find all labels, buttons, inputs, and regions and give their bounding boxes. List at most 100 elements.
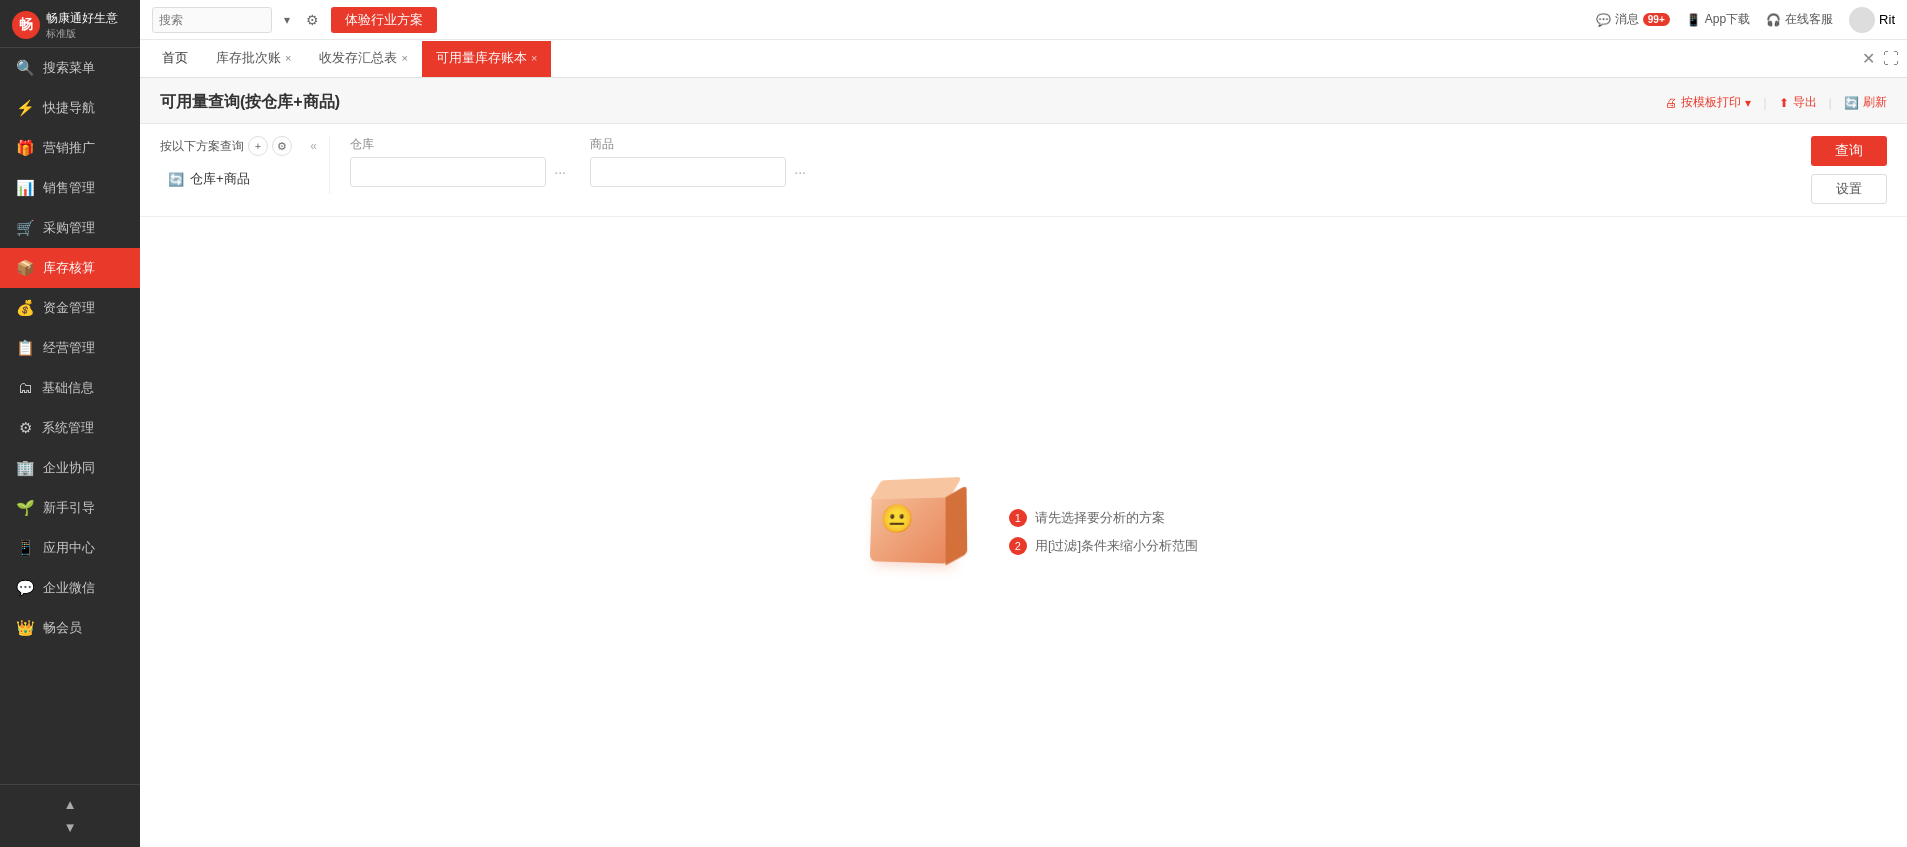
filter-scheme-add-btn[interactable]: + — [248, 136, 268, 156]
quick-nav-icon: ⚡ — [16, 99, 35, 117]
tab-available-ledger[interactable]: 可用量库存账本 × — [422, 41, 551, 77]
money-icon: 💰 — [16, 299, 35, 317]
tab-available-ledger-close[interactable]: × — [531, 52, 537, 64]
sidebar-item-business[interactable]: 📋 经营管理 — [0, 328, 140, 368]
wechat-icon: 💬 — [16, 579, 35, 597]
tab-receive-summary[interactable]: 收发存汇总表 × — [305, 41, 421, 77]
sidebar-item-finance[interactable]: 💰 资金管理 — [0, 288, 140, 328]
tab-batch-account-close[interactable]: × — [285, 52, 291, 64]
msg-badge: 99+ — [1643, 13, 1670, 26]
sidebar-item-purchase[interactable]: 🛒 采购管理 — [0, 208, 140, 248]
topbar-user[interactable]: Rit — [1849, 7, 1895, 33]
user-avatar — [1849, 7, 1875, 33]
empty-inner: 😐 1 请先选择要分析的方案 2 用[过滤]条件来缩小分析范围 — [849, 472, 1198, 592]
app-label: App下载 — [1705, 11, 1750, 28]
sidebar-item-label: 库存核算 — [43, 259, 95, 277]
warehouse-more-btn[interactable]: ··· — [550, 164, 570, 180]
export-btn[interactable]: ⬆ 导出 — [1779, 94, 1817, 111]
warehouse-label: 仓库 — [350, 136, 570, 153]
msg-icon: 💬 — [1596, 13, 1611, 27]
user-text: Rit — [1879, 12, 1895, 27]
print-btn[interactable]: 🖨 按模板打印 ▾ — [1665, 94, 1751, 111]
empty-illustration: 😐 — [849, 472, 969, 592]
tabs-expand-btn[interactable]: ⛶ — [1883, 50, 1899, 68]
topbar-dropdown-btn[interactable]: ▾ — [280, 11, 294, 29]
service-icon: 🎧 — [1766, 13, 1781, 27]
inventory-icon: 📦 — [16, 259, 35, 277]
main-area: ▾ ⚙ 体验行业方案 💬 消息 99+ 📱 App下载 🎧 在线客服 Rit — [140, 0, 1907, 847]
sidebar-scroll-down-btn[interactable]: ▼ — [0, 816, 140, 839]
filter-scheme-settings-btn[interactable]: ⚙ — [272, 136, 292, 156]
box-side-face — [945, 485, 967, 565]
settings-button[interactable]: 设置 — [1811, 174, 1887, 204]
sidebar-item-wechat[interactable]: 💬 企业微信 — [0, 568, 140, 608]
scheme-refresh-icon: 🔄 — [168, 172, 184, 187]
page-title: 可用量查询(按仓库+商品) — [160, 92, 340, 113]
tab-batch-account[interactable]: 库存批次账 × — [202, 41, 305, 77]
empty-hint-1: 1 请先选择要分析的方案 — [1009, 509, 1198, 527]
tab-batch-account-label: 库存批次账 — [216, 49, 281, 67]
sidebar-item-basic[interactable]: 🗂 基础信息 — [0, 368, 140, 408]
product-more-btn[interactable]: ··· — [790, 164, 810, 180]
tabs-close-all-btn[interactable]: ✕ — [1862, 49, 1875, 68]
export-icon: ⬆ — [1779, 96, 1789, 110]
sidebar-item-enterprise[interactable]: 🏢 企业协同 — [0, 448, 140, 488]
sidebar-item-label: 营销推广 — [43, 139, 95, 157]
gear-icon: ⚙ — [16, 419, 34, 437]
msg-label: 消息 — [1615, 11, 1639, 28]
sidebar-item-search[interactable]: 🔍 搜索菜单 — [0, 48, 140, 88]
topbar-gear-btn[interactable]: ⚙ — [302, 10, 323, 30]
scheme-item-warehouse-product[interactable]: 🔄 仓库+商品 — [160, 164, 317, 194]
sidebar-item-label: 基础信息 — [42, 379, 94, 397]
industry-btn[interactable]: 体验行业方案 — [331, 7, 437, 33]
sidebar-bottom: ▲ ▼ — [0, 784, 140, 847]
sidebar-item-label: 应用中心 — [43, 539, 95, 557]
search-icon: 🔍 — [16, 59, 35, 77]
sidebar-item-sales[interactable]: 📊 销售管理 — [0, 168, 140, 208]
sidebar-scroll: 🔍 搜索菜单 ⚡ 快捷导航 🎁 营销推广 📊 销售管理 🛒 采购管理 📦 库存核… — [0, 48, 140, 784]
brand-text: 畅康通好生意 标准版 — [46, 10, 118, 41]
tab-home[interactable]: 首页 — [148, 41, 202, 77]
refresh-icon: 🔄 — [1844, 96, 1859, 110]
empty-hints: 1 请先选择要分析的方案 2 用[过滤]条件来缩小分析范围 — [1009, 509, 1198, 555]
sidebar-item-appstore[interactable]: 📱 应用中心 — [0, 528, 140, 568]
topbar-search-input[interactable] — [152, 7, 272, 33]
print-icon: 🖨 — [1665, 96, 1677, 110]
filter-scheme-header: 按以下方案查询 + ⚙ « — [160, 136, 317, 156]
sidebar-item-label: 企业微信 — [43, 579, 95, 597]
sidebar-item-label: 新手引导 — [43, 499, 95, 517]
product-input[interactable] — [590, 157, 786, 187]
sidebar-item-inventory[interactable]: 📦 库存核算 — [0, 248, 140, 288]
brand: 畅 畅康通好生意 标准版 — [0, 0, 140, 48]
sidebar-item-marketing[interactable]: 🎁 营销推广 — [0, 128, 140, 168]
service-label: 在线客服 — [1785, 11, 1833, 28]
sidebar-item-newcomer[interactable]: 🌱 新手引导 — [0, 488, 140, 528]
filter-scheme-panel: 按以下方案查询 + ⚙ « 🔄 仓库+商品 — [160, 136, 330, 194]
box-illustration: 😐 — [870, 491, 950, 563]
warehouse-input[interactable] — [350, 157, 546, 187]
sidebar-item-label: 快捷导航 — [43, 99, 95, 117]
sidebar-item-quick-nav[interactable]: ⚡ 快捷导航 — [0, 88, 140, 128]
hint-text-1: 请先选择要分析的方案 — [1035, 509, 1165, 527]
filter-field-warehouse: 仓库 ··· — [350, 136, 570, 187]
topbar-service[interactable]: 🎧 在线客服 — [1766, 11, 1833, 28]
tab-receive-summary-label: 收发存汇总表 — [319, 49, 397, 67]
topbar-msg[interactable]: 💬 消息 99+ — [1596, 11, 1670, 28]
filter-scheme-collapse-btn[interactable]: « — [310, 139, 317, 153]
warehouse-input-row: ··· — [350, 157, 570, 187]
chart-icon: 📊 — [16, 179, 35, 197]
sidebar-item-system[interactable]: ⚙ 系统管理 — [0, 408, 140, 448]
hint-num-2: 2 — [1009, 537, 1027, 555]
sidebar-item-member[interactable]: 👑 畅会员 — [0, 608, 140, 648]
page-header: 可用量查询(按仓库+商品) 🖨 按模板打印 ▾ | ⬆ 导出 | 🔄 刷新 — [140, 78, 1907, 124]
refresh-btn[interactable]: 🔄 刷新 — [1844, 94, 1887, 111]
tab-receive-summary-close[interactable]: × — [401, 52, 407, 64]
gift-icon: 🎁 — [16, 139, 35, 157]
tabs-right: ✕ ⛶ — [1862, 49, 1899, 68]
sidebar-scroll-up-btn[interactable]: ▲ — [0, 793, 140, 816]
topbar-app-download[interactable]: 📱 App下载 — [1686, 11, 1750, 28]
sidebar-item-label: 采购管理 — [43, 219, 95, 237]
query-button[interactable]: 查询 — [1811, 136, 1887, 166]
cart-icon: 🛒 — [16, 219, 35, 237]
topbar: ▾ ⚙ 体验行业方案 💬 消息 99+ 📱 App下载 🎧 在线客服 Rit — [140, 0, 1907, 40]
